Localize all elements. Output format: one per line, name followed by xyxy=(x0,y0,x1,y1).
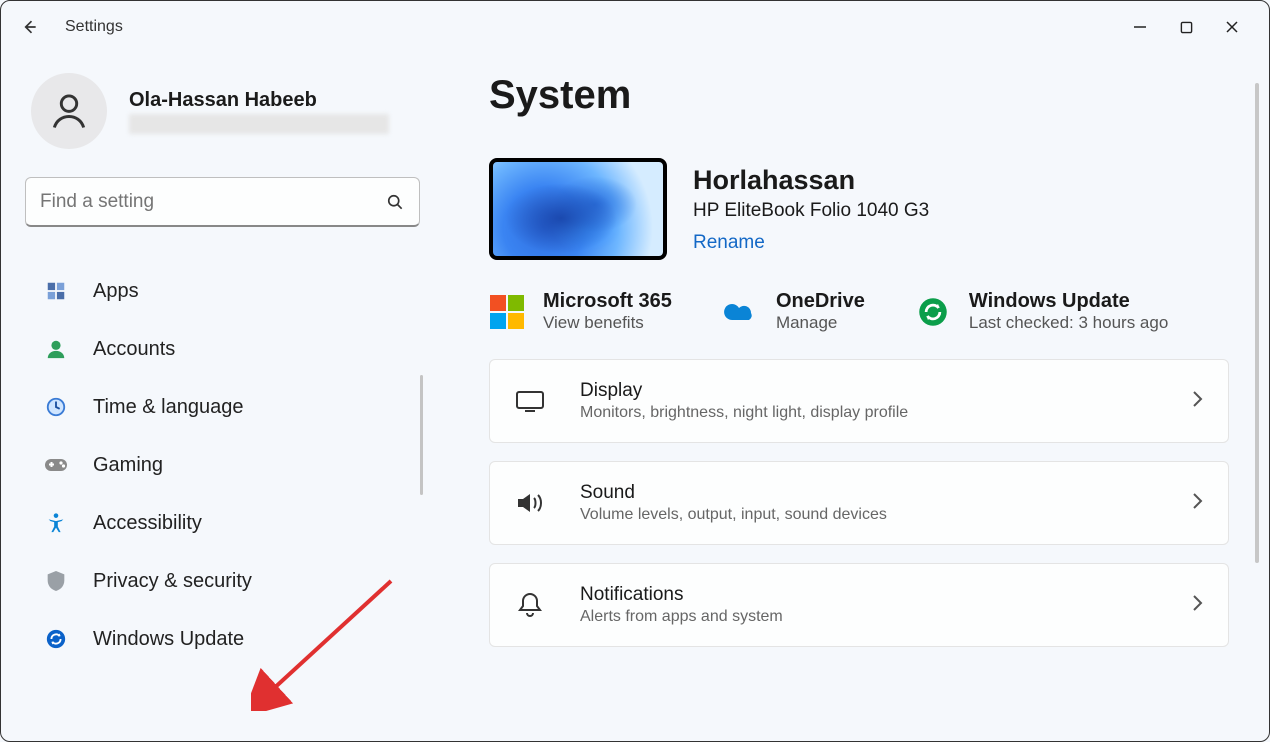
nav: Apps Accounts Time & language Gaming xyxy=(25,267,417,663)
sidebar-item-accessibility[interactable]: Accessibility xyxy=(25,499,417,547)
back-arrow-icon xyxy=(19,17,39,37)
microsoft-logo-icon xyxy=(489,294,525,330)
sidebar-item-gaming[interactable]: Gaming xyxy=(25,441,417,489)
tile-title: Windows Update xyxy=(969,290,1168,313)
app-title: Settings xyxy=(65,18,123,36)
card-notifications[interactable]: Notifications Alerts from apps and syste… xyxy=(489,563,1229,647)
status-tiles: Microsoft 365 View benefits OneDrive Man… xyxy=(489,290,1235,333)
shield-icon xyxy=(43,568,69,594)
sidebar-item-apps[interactable]: Apps xyxy=(25,267,417,315)
back-button[interactable] xyxy=(15,13,43,41)
accounts-icon xyxy=(43,336,69,362)
card-title: Sound xyxy=(580,482,1156,504)
sidebar-item-privacy-security[interactable]: Privacy & security xyxy=(25,557,417,605)
card-subtitle: Monitors, brightness, night light, displ… xyxy=(580,404,1156,422)
window-close-button[interactable] xyxy=(1209,11,1255,43)
card-display[interactable]: Display Monitors, brightness, night ligh… xyxy=(489,359,1229,443)
tile-windows-update[interactable]: Windows Update Last checked: 3 hours ago xyxy=(915,290,1168,333)
search-input[interactable] xyxy=(40,191,385,213)
chevron-right-icon xyxy=(1190,491,1204,516)
device-rename-link[interactable]: Rename xyxy=(693,232,929,254)
user-email-redacted xyxy=(129,114,389,134)
tile-subtitle: View benefits xyxy=(543,313,672,333)
device-info-row: Horlahassan HP EliteBook Folio 1040 G3 R… xyxy=(489,158,1235,260)
onedrive-cloud-icon xyxy=(722,294,758,330)
user-account-row[interactable]: Ola-Hassan Habeeb xyxy=(25,73,417,149)
card-sound[interactable]: Sound Volume levels, output, input, soun… xyxy=(489,461,1229,545)
sidebar-item-time-language[interactable]: Time & language xyxy=(25,383,417,431)
chevron-right-icon xyxy=(1190,593,1204,618)
card-title: Display xyxy=(580,380,1156,402)
bell-icon xyxy=(514,589,546,621)
accessibility-icon xyxy=(43,510,69,536)
main-content: System Horlahassan HP EliteBook Folio 10… xyxy=(441,53,1269,742)
minimize-icon xyxy=(1133,20,1147,34)
sidebar-item-accounts[interactable]: Accounts xyxy=(25,325,417,373)
device-wallpaper-thumbnail[interactable] xyxy=(489,158,667,260)
gaming-icon xyxy=(43,452,69,478)
tile-title: OneDrive xyxy=(776,290,865,313)
sidebar-item-windows-update[interactable]: Windows Update xyxy=(25,615,417,663)
search-box[interactable] xyxy=(25,177,420,227)
device-model: HP EliteBook Folio 1040 G3 xyxy=(693,200,929,222)
apps-icon xyxy=(43,278,69,304)
sidebar-item-label: Privacy & security xyxy=(93,570,252,593)
tile-title: Microsoft 365 xyxy=(543,290,672,313)
close-icon xyxy=(1225,20,1239,34)
person-icon xyxy=(47,89,91,133)
sidebar-scrollbar[interactable] xyxy=(420,375,423,495)
sidebar-item-label: Windows Update xyxy=(93,628,244,651)
device-name: Horlahassan xyxy=(693,165,929,196)
sidebar: Ola-Hassan Habeeb Apps Accounts xyxy=(1,53,441,742)
sidebar-item-label: Accounts xyxy=(93,338,175,361)
card-title: Notifications xyxy=(580,584,1156,606)
card-subtitle: Volume levels, output, input, sound devi… xyxy=(580,506,1156,524)
main-scrollbar[interactable] xyxy=(1255,83,1259,563)
display-icon xyxy=(514,385,546,417)
sidebar-item-label: Accessibility xyxy=(93,512,202,535)
avatar xyxy=(31,73,107,149)
tile-microsoft-365[interactable]: Microsoft 365 View benefits xyxy=(489,290,672,333)
titlebar: Settings xyxy=(1,1,1269,53)
sidebar-item-label: Time & language xyxy=(93,396,243,419)
tile-subtitle: Manage xyxy=(776,313,865,333)
user-name: Ola-Hassan Habeeb xyxy=(129,89,389,112)
chevron-right-icon xyxy=(1190,389,1204,414)
card-subtitle: Alerts from apps and system xyxy=(580,608,1156,626)
maximize-icon xyxy=(1180,21,1193,34)
clock-globe-icon xyxy=(43,394,69,420)
sound-icon xyxy=(514,487,546,519)
sidebar-item-label: Apps xyxy=(93,280,139,303)
update-icon xyxy=(43,626,69,652)
tile-onedrive[interactable]: OneDrive Manage xyxy=(722,290,865,333)
update-icon xyxy=(915,294,951,330)
window-maximize-button[interactable] xyxy=(1163,11,1209,43)
sidebar-item-label: Gaming xyxy=(93,454,163,477)
search-icon xyxy=(385,192,405,212)
page-title: System xyxy=(489,73,1235,118)
window-minimize-button[interactable] xyxy=(1117,11,1163,43)
settings-cards: Display Monitors, brightness, night ligh… xyxy=(489,359,1235,647)
tile-subtitle: Last checked: 3 hours ago xyxy=(969,313,1168,333)
